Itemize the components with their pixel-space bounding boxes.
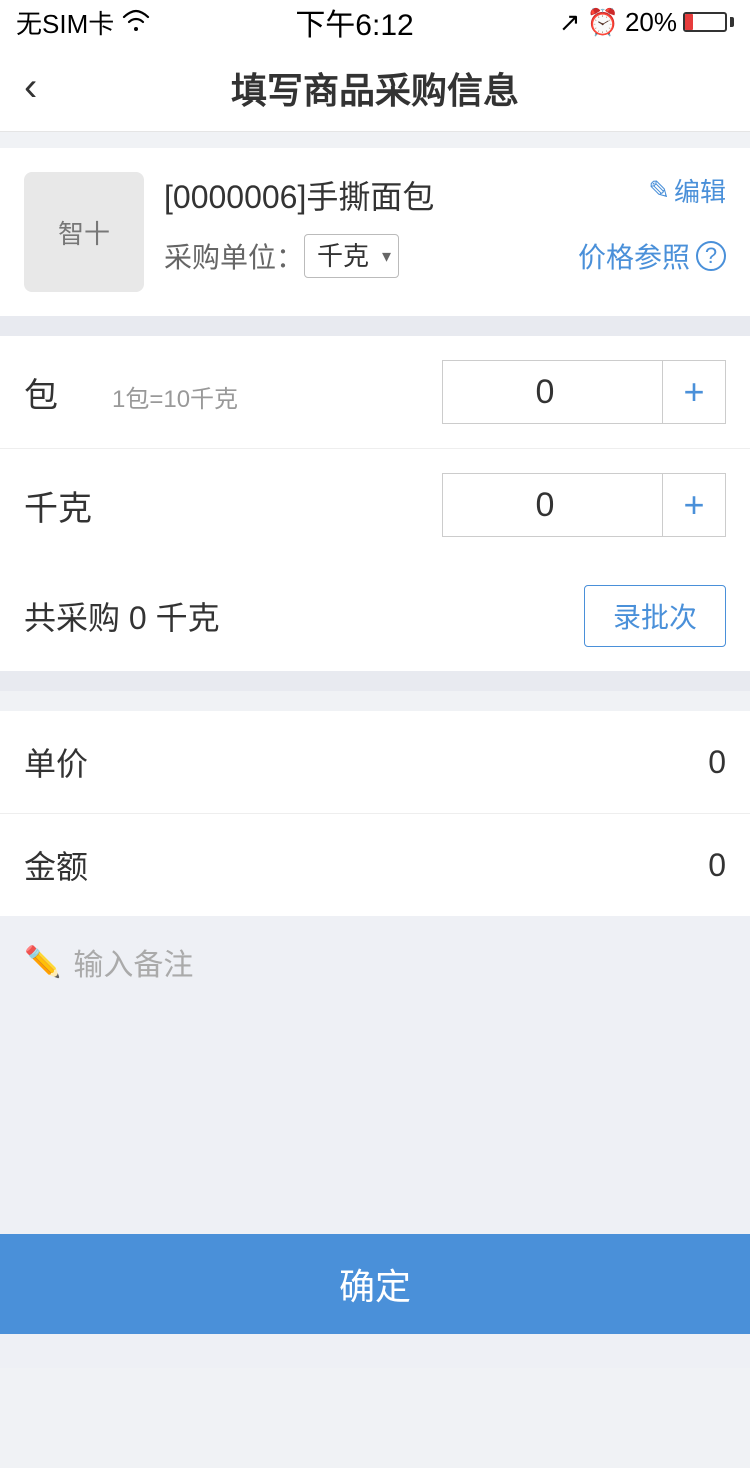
amount-value: 0 bbox=[708, 847, 726, 884]
bag-label-group: 包 1包=10千克 bbox=[24, 368, 238, 417]
battery-percent: 20% bbox=[625, 7, 677, 38]
total-unit: 千克 bbox=[156, 600, 220, 636]
amount-row: 金额 0 bbox=[0, 814, 750, 916]
question-icon: ? bbox=[696, 241, 726, 271]
product-logo: 智十 bbox=[58, 214, 110, 251]
kg-input-row: 千克 + bbox=[0, 449, 750, 561]
bag-input-row: 包 1包=10千克 + bbox=[0, 336, 750, 449]
edit-icon: ✎ bbox=[648, 175, 670, 206]
total-row: 共采购 0 千克 录批次 bbox=[0, 561, 750, 671]
unit-price-value: 0 bbox=[708, 744, 726, 781]
page-title: 填写商品采购信息 bbox=[231, 62, 519, 114]
remark-section[interactable]: ✏️ 输入备注 bbox=[0, 916, 750, 1008]
back-button[interactable]: ‹ bbox=[24, 65, 37, 110]
nav-bar: ‹ 填写商品采购信息 bbox=[0, 44, 750, 132]
wifi-icon bbox=[122, 7, 150, 38]
alarm-icon: ⏰ bbox=[587, 7, 619, 38]
batch-button[interactable]: 录批次 bbox=[584, 585, 726, 647]
price-ref-label: 价格参照 bbox=[578, 236, 690, 276]
unit-price-row: 单价 0 bbox=[0, 711, 750, 814]
confirm-button[interactable]: 确定 bbox=[0, 1234, 750, 1334]
product-header: [0000006]手撕面包 ✎ 编辑 bbox=[164, 172, 726, 218]
bag-quantity-input[interactable] bbox=[442, 360, 662, 424]
kg-input-right: + bbox=[442, 473, 726, 537]
product-info: [0000006]手撕面包 ✎ 编辑 采购单位： 千克 包 ▾ bbox=[164, 172, 726, 278]
status-bar: 无SIM卡 下午6:12 ↗ ⏰ 20% bbox=[0, 0, 750, 44]
bag-label: 包 bbox=[24, 368, 104, 417]
unit-select[interactable]: 千克 包 bbox=[304, 234, 399, 278]
bag-input-right: + bbox=[442, 360, 726, 424]
edit-label: 编辑 bbox=[674, 172, 726, 209]
section-divider-1 bbox=[0, 316, 750, 336]
product-card: 智十 [0000006]手撕面包 ✎ 编辑 采购单位： 千克 包 bbox=[0, 148, 750, 316]
pencil-icon: ✏️ bbox=[24, 945, 61, 980]
input-section: 包 1包=10千克 + 千克 + bbox=[0, 336, 750, 561]
product-unit-row: 采购单位： 千克 包 ▾ 价格参照 ? bbox=[164, 234, 726, 278]
remark-placeholder: 输入备注 bbox=[73, 940, 193, 984]
no-sim-label: 无SIM卡 bbox=[16, 4, 114, 41]
status-time: 下午6:12 bbox=[295, 0, 413, 44]
product-name: [0000006]手撕面包 bbox=[164, 172, 648, 218]
total-prefix: 共采购 bbox=[24, 600, 120, 636]
unit-select-wrapper[interactable]: 千克 包 ▾ bbox=[304, 234, 399, 278]
total-text: 共采购 0 千克 bbox=[24, 593, 220, 639]
amount-label: 金额 bbox=[24, 842, 88, 888]
bag-sublabel: 1包=10千克 bbox=[112, 379, 238, 414]
section-divider-2 bbox=[0, 671, 750, 691]
bag-plus-button[interactable]: + bbox=[662, 360, 726, 424]
product-thumbnail: 智十 bbox=[24, 172, 144, 292]
kg-plus-button[interactable]: + bbox=[662, 473, 726, 537]
status-right: ↗ ⏰ 20% bbox=[559, 7, 734, 38]
battery-icon bbox=[683, 12, 734, 32]
price-section: 单价 0 金额 0 bbox=[0, 711, 750, 916]
price-ref-button[interactable]: 价格参照 ? bbox=[578, 236, 726, 276]
kg-quantity-input[interactable] bbox=[442, 473, 662, 537]
kg-label: 千克 bbox=[24, 481, 104, 530]
unit-label: 采购单位： bbox=[164, 236, 304, 276]
total-amount: 0 bbox=[129, 600, 147, 636]
status-left: 无SIM卡 bbox=[16, 4, 150, 41]
unit-price-label: 单价 bbox=[24, 739, 88, 785]
location-icon: ↗ bbox=[559, 7, 581, 38]
edit-button[interactable]: ✎ 编辑 bbox=[648, 172, 726, 209]
